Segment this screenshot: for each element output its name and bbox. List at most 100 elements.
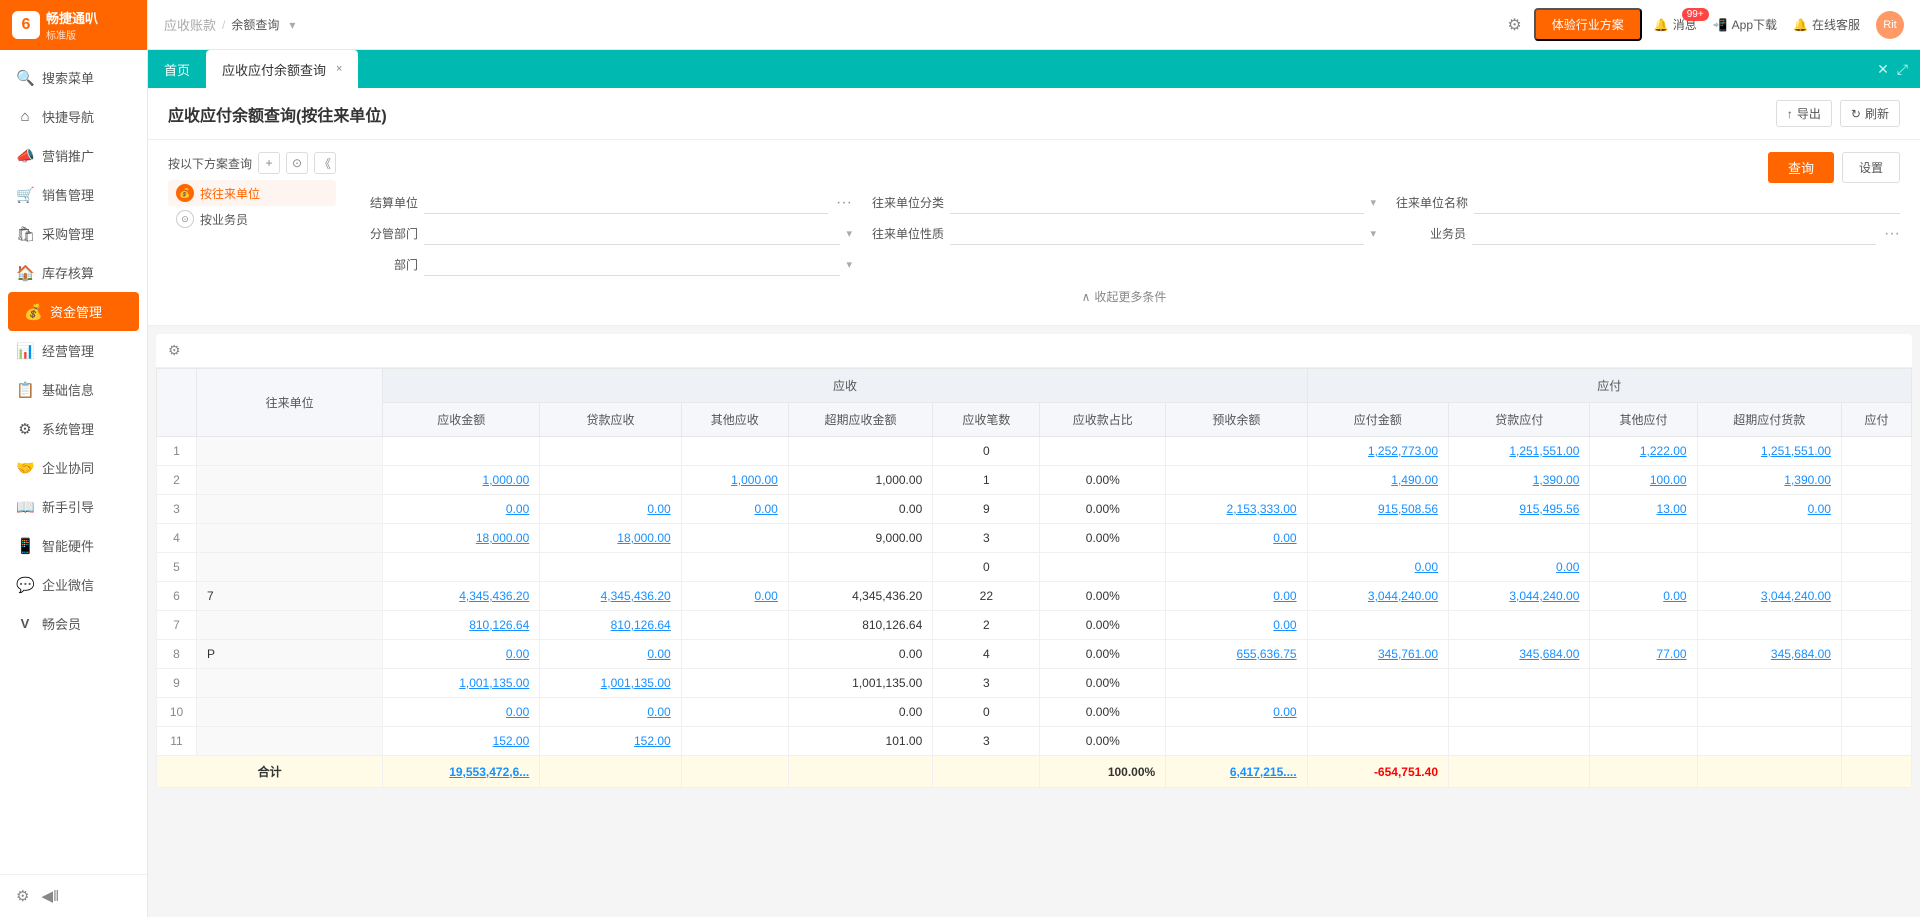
salesperson-input[interactable]	[1472, 222, 1876, 245]
table-cell[interactable]: 0.00	[540, 698, 681, 727]
user-profile-button[interactable]: Rit	[1876, 11, 1904, 39]
sidebar-item-system[interactable]: ⚙ 系统管理	[0, 409, 147, 448]
table-cell[interactable]: 1,001,135.00	[383, 669, 540, 698]
total-ar-prepaid[interactable]: 6,417,215....	[1166, 756, 1307, 788]
table-cell[interactable]: 4,345,436.20	[540, 582, 681, 611]
table-cell[interactable]: 0.00	[1166, 611, 1307, 640]
table-cell[interactable]: 0.00	[383, 495, 540, 524]
table-cell[interactable]: 0.00	[1590, 582, 1697, 611]
notification-button[interactable]: 🔔 消息 99+	[1654, 16, 1697, 33]
table-cell[interactable]: 152.00	[540, 727, 681, 756]
table-cell[interactable]: 100.00	[1590, 466, 1697, 495]
table-cell[interactable]: 1,000.00	[681, 466, 788, 495]
table-cell[interactable]: 3,044,240.00	[1449, 582, 1590, 611]
table-cell[interactable]: 0.00	[540, 640, 681, 669]
tab-close-icon[interactable]: ×	[336, 63, 342, 75]
table-cell[interactable]: 13.00	[1590, 495, 1697, 524]
table-cell[interactable]: 0.00	[383, 640, 540, 669]
sidebar-item-basic-info[interactable]: 📋 基础信息	[0, 370, 147, 409]
table-cell[interactable]: 18,000.00	[540, 524, 681, 553]
sidebar-item-marketing[interactable]: 📣 营销推广	[0, 136, 147, 175]
table-cell[interactable]: 77.00	[1590, 640, 1697, 669]
close-window-icon[interactable]: ✕	[1877, 61, 1889, 78]
sidebar-item-inventory[interactable]: 🏠 库存核算	[0, 253, 147, 292]
sidebar-item-wechat[interactable]: 💬 企业微信	[0, 565, 147, 604]
table-cell[interactable]: 1,251,551.00	[1697, 437, 1841, 466]
add-filter-button[interactable]: +	[258, 152, 280, 174]
table-cell[interactable]: 1,252,773.00	[1307, 437, 1448, 466]
sidebar-item-search-menu[interactable]: 🔍 搜索菜单	[0, 58, 147, 97]
settlement-unit-dots[interactable]: ···	[836, 194, 852, 212]
expand-window-icon[interactable]: ⤢	[1897, 61, 1908, 78]
table-cell[interactable]: 0.00	[681, 495, 788, 524]
table-cell[interactable]: 1,390.00	[1697, 466, 1841, 495]
sidebar-collapse-icon[interactable]: ◀‖	[41, 887, 59, 905]
table-cell[interactable]: 0.00	[383, 698, 540, 727]
table-cell[interactable]: 345,761.00	[1307, 640, 1448, 669]
table-cell[interactable]: 915,495.56	[1449, 495, 1590, 524]
table-cell[interactable]: 810,126.64	[540, 611, 681, 640]
promo-button[interactable]: 体验行业方案	[1534, 8, 1642, 41]
sidebar-item-member[interactable]: V 畅会员	[0, 604, 147, 643]
topbar-settings-icon[interactable]: ⚙	[1507, 15, 1521, 35]
table-cell[interactable]: 655,636.75	[1166, 640, 1307, 669]
table-cell[interactable]: 1,251,551.00	[1449, 437, 1590, 466]
filter-settings-button[interactable]: ⊙	[286, 152, 308, 174]
table-cell[interactable]: 0.00	[1166, 524, 1307, 553]
unit-category-input[interactable]	[950, 191, 1364, 214]
table-cell[interactable]: 3,044,240.00	[1697, 582, 1841, 611]
settings-button[interactable]: 设置	[1842, 152, 1900, 183]
settlement-unit-input[interactable]	[424, 191, 828, 214]
table-cell[interactable]: 345,684.00	[1697, 640, 1841, 669]
table-cell[interactable]: 0.00	[1166, 698, 1307, 727]
unit-nature-chevron-icon[interactable]: ▾	[1370, 227, 1376, 240]
filter-collapse-button[interactable]: 《	[314, 152, 336, 174]
sidebar-item-finance[interactable]: 💰 资金管理	[8, 292, 139, 331]
table-cell[interactable]: 4,345,436.20	[383, 582, 540, 611]
table-cell[interactable]: 0.00	[1449, 553, 1590, 582]
division-dept-input[interactable]	[424, 222, 840, 245]
table-cell[interactable]: 915,508.56	[1307, 495, 1448, 524]
sidebar-item-quick-nav[interactable]: ⌂ 快捷导航	[0, 97, 147, 136]
sidebar-item-enterprise[interactable]: 🤝 企业协同	[0, 448, 147, 487]
table-cell[interactable]: 810,126.64	[383, 611, 540, 640]
sidebar-item-purchase[interactable]: 🛍 采购管理	[0, 214, 147, 253]
tab-home[interactable]: 首页	[148, 50, 206, 88]
department-chevron-icon[interactable]: ▾	[846, 258, 852, 271]
sidebar-item-operations[interactable]: 📊 经营管理	[0, 331, 147, 370]
table-cell[interactable]: 3,044,240.00	[1307, 582, 1448, 611]
table-cell[interactable]: 152.00	[383, 727, 540, 756]
unit-category-chevron-icon[interactable]: ▾	[1370, 196, 1376, 209]
table-cell[interactable]: 1,390.00	[1449, 466, 1590, 495]
table-cell[interactable]: 2,153,333.00	[1166, 495, 1307, 524]
app-download-button[interactable]: 📲 App下载	[1713, 16, 1777, 33]
table-cell[interactable]: 1,490.00	[1307, 466, 1448, 495]
total-ar-amount[interactable]: 19,553,472,6...	[383, 756, 540, 788]
sidebar-settings-icon[interactable]: ⚙	[16, 887, 29, 905]
table-cell[interactable]: 1,222.00	[1590, 437, 1697, 466]
scheme-by-unit[interactable]: 💰 按往来单位	[168, 180, 336, 206]
table-cell[interactable]: 0.00	[1307, 553, 1448, 582]
table-cell[interactable]: 0.00	[681, 582, 788, 611]
table-cell[interactable]: 18,000.00	[383, 524, 540, 553]
tab-receivable-query[interactable]: 应收应付余额查询 ×	[206, 50, 358, 88]
unit-nature-input[interactable]	[950, 222, 1364, 245]
online-service-button[interactable]: 🔔 在线客服	[1793, 16, 1860, 33]
table-cell[interactable]: 1,001,135.00	[540, 669, 681, 698]
table-cell[interactable]: 1,000.00	[383, 466, 540, 495]
table-column-settings-icon[interactable]: ⚙	[168, 342, 181, 359]
division-dept-chevron-icon[interactable]: ▾	[846, 227, 852, 240]
table-cell[interactable]: 0.00	[1166, 582, 1307, 611]
sidebar-item-guide[interactable]: 📖 新手引导	[0, 487, 147, 526]
table-cell[interactable]: 345,684.00	[1449, 640, 1590, 669]
table-cell[interactable]: 0.00	[540, 495, 681, 524]
sidebar-item-sales[interactable]: 🛒 销售管理	[0, 175, 147, 214]
department-input[interactable]	[424, 253, 840, 276]
export-button[interactable]: ↑ 导出	[1776, 100, 1832, 127]
scheme-by-employee[interactable]: ⊙ 按业务员	[168, 206, 336, 232]
refresh-button[interactable]: ↻ 刷新	[1840, 100, 1900, 127]
dropdown-arrow-icon[interactable]: ▾	[289, 18, 295, 32]
query-button[interactable]: 查询	[1768, 152, 1834, 183]
unit-name-input[interactable]	[1474, 191, 1900, 214]
table-cell[interactable]: 0.00	[1697, 495, 1841, 524]
